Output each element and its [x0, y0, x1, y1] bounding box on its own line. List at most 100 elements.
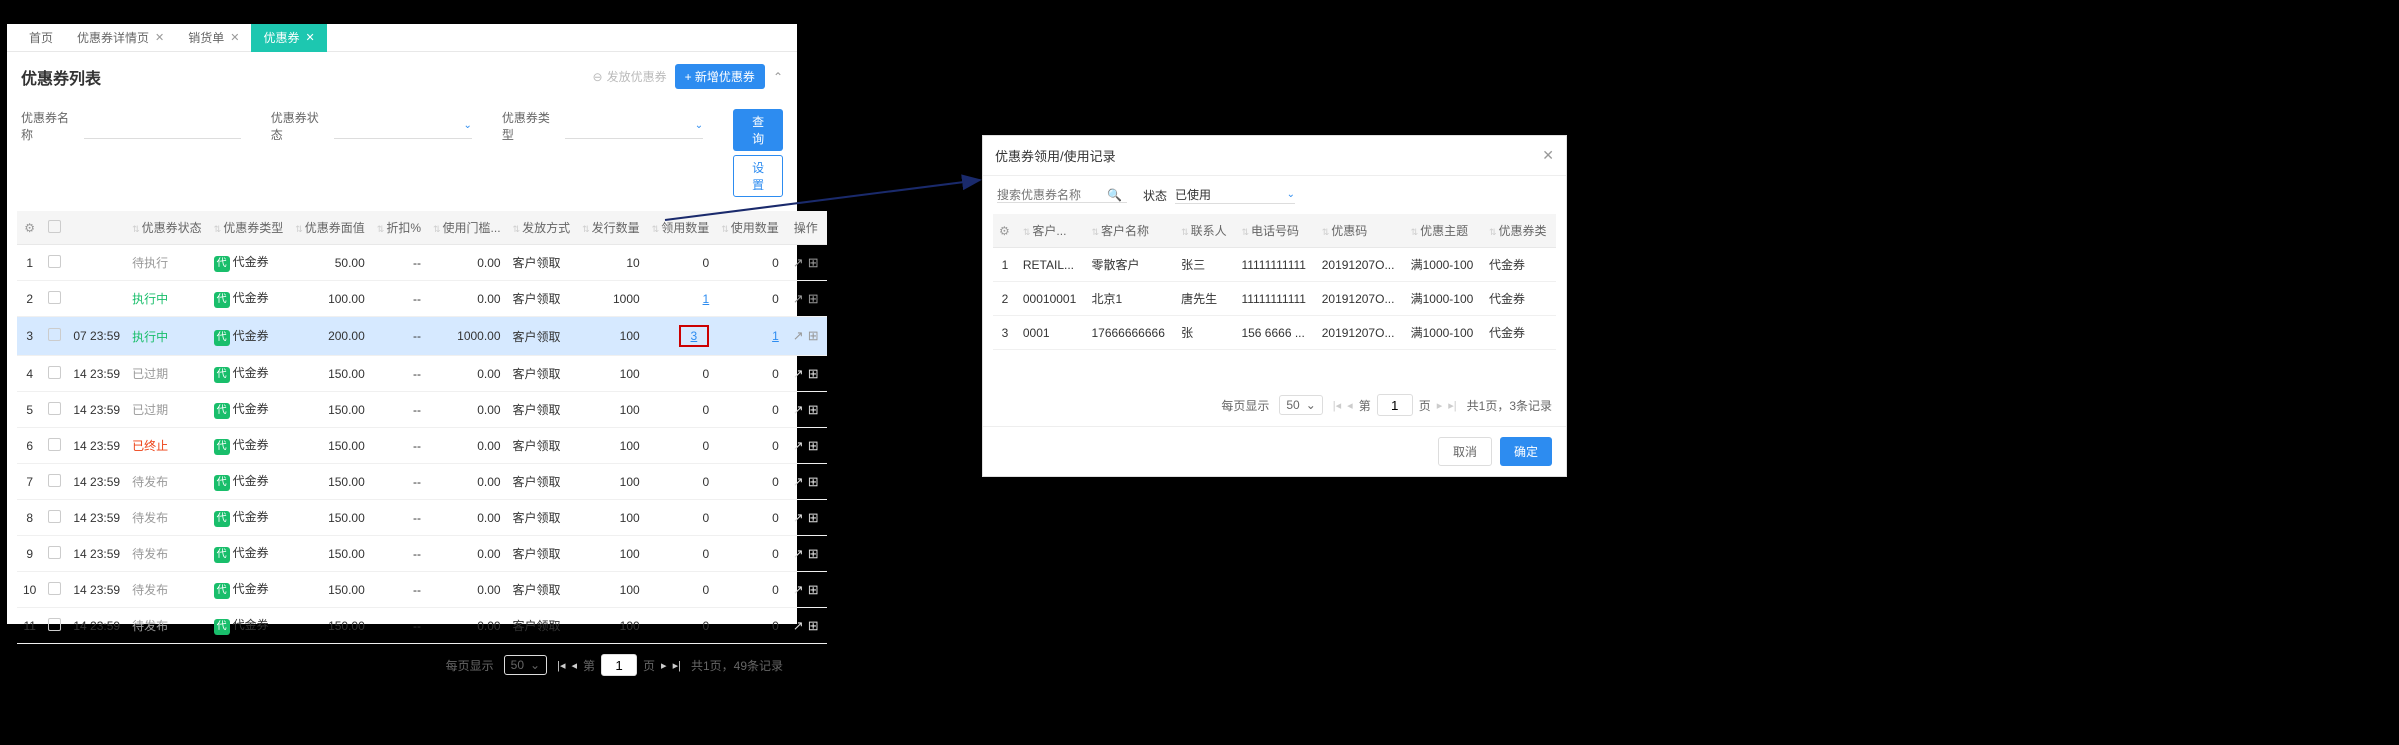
col-header[interactable]: ⇅折扣% — [371, 211, 427, 245]
sort-icon[interactable]: ⇅ — [1411, 227, 1419, 238]
col-header[interactable]: ⇅优惠主题 — [1405, 214, 1483, 248]
close-icon[interactable]: ✕ — [306, 31, 315, 44]
col-header[interactable]: ⇅优惠券面值 — [289, 211, 371, 245]
cancel-button[interactable]: 取消 — [1438, 437, 1492, 466]
used-link[interactable]: 1 — [772, 329, 779, 343]
prev-page-icon[interactable]: ◂ — [1347, 399, 1353, 412]
prev-page-icon[interactable]: ◂ — [571, 659, 577, 672]
qrcode-icon[interactable]: ⊞ — [808, 328, 819, 343]
distribute-coupon-button[interactable]: ⊖ 发放优惠券 — [593, 68, 667, 85]
table-row[interactable]: 2 执行中 代代金券 100.00 -- 0.00 客户领取 1000 1 0 … — [17, 281, 827, 317]
add-coupon-button[interactable]: + 新增优惠券 — [675, 64, 765, 89]
col-header[interactable]: ⇅优惠码 — [1316, 214, 1405, 248]
sort-icon[interactable]: ⇅ — [1091, 227, 1099, 238]
sort-icon[interactable]: ⇅ — [1181, 227, 1189, 238]
col-header[interactable]: ⇅使用门槛... — [427, 211, 507, 245]
close-icon[interactable]: ✕ — [230, 31, 239, 44]
first-page-icon[interactable]: |◂ — [557, 659, 565, 672]
table-row[interactable]: 1 待执行 代代金券 50.00 -- 0.00 客户领取 10 0 0 ↗⊞ — [17, 245, 827, 281]
sort-icon[interactable]: ⇅ — [433, 224, 441, 235]
tab-1[interactable]: 优惠券详情页✕ — [65, 24, 176, 52]
col-header[interactable]: ⚙ — [993, 214, 1017, 248]
claimed-link[interactable]: 1 — [703, 292, 710, 306]
tab-0[interactable]: 首页 — [17, 24, 65, 52]
col-header[interactable]: ⇅发放方式 — [507, 211, 577, 245]
col-header[interactable]: ⇅客户... — [1017, 214, 1086, 248]
table-row[interactable]: 3 07 23:59 执行中 代代金券 200.00 -- 1000.00 客户… — [17, 317, 827, 356]
sort-icon[interactable]: ⇅ — [132, 224, 140, 235]
sort-icon[interactable]: ⇅ — [1489, 227, 1497, 238]
sort-icon[interactable]: ⇅ — [721, 224, 729, 235]
row-checkbox[interactable] — [48, 474, 61, 487]
col-header[interactable]: ⇅使用数量 — [715, 211, 785, 245]
sort-icon[interactable]: ⇅ — [1322, 227, 1330, 238]
last-page-icon[interactable]: ▸| — [673, 659, 681, 672]
filter-type-select[interactable]: ⌄ — [565, 113, 703, 139]
row-checkbox[interactable] — [48, 510, 61, 523]
search-button[interactable]: 查询 — [733, 109, 783, 151]
table-row[interactable]: 3 0001 17666666666 张 156 6666 ... 201912… — [993, 316, 1556, 350]
table-row[interactable]: 2 00010001 北京1 唐先生 11111111111 20191207O… — [993, 282, 1556, 316]
claimed-link[interactable]: 3 — [691, 329, 698, 343]
filter-name-input[interactable] — [84, 113, 240, 139]
search-icon[interactable]: 🔍 — [1107, 188, 1122, 202]
sort-icon[interactable]: ⇅ — [652, 224, 660, 235]
col-header[interactable]: ⇅联系人 — [1175, 214, 1235, 248]
row-checkbox[interactable] — [48, 291, 61, 304]
row-checkbox[interactable] — [48, 618, 61, 631]
modal-search[interactable]: 🔍 — [997, 188, 1127, 203]
qrcode-icon[interactable]: ⊞ — [808, 291, 819, 306]
col-header[interactable]: 操作 — [785, 211, 827, 245]
col-header[interactable]: ⇅优惠券类 — [1483, 214, 1556, 248]
table-row[interactable]: 7 14 23:59 待发布 代代金券 150.00 -- 0.00 客户领取 … — [17, 464, 827, 500]
table-row[interactable]: 1 RETAIL... 零散客户 张三 11111111111 20191207… — [993, 248, 1556, 282]
table-row[interactable]: 4 14 23:59 已过期 代代金券 150.00 -- 0.00 客户领取 … — [17, 356, 827, 392]
last-page-icon[interactable]: ▸| — [1448, 399, 1456, 412]
sort-icon[interactable]: ⇅ — [295, 224, 303, 235]
row-checkbox[interactable] — [48, 582, 61, 595]
sort-icon[interactable]: ⇅ — [214, 224, 222, 235]
per-page-select[interactable]: 50 ⌄ — [504, 655, 547, 675]
modal-per-page-select[interactable]: 50 ⌄ — [1279, 395, 1322, 415]
collapse-icon[interactable]: ⌃ — [773, 70, 783, 84]
table-row[interactable]: 5 14 23:59 已过期 代代金券 150.00 -- 0.00 客户领取 … — [17, 392, 827, 428]
row-checkbox[interactable] — [48, 328, 61, 341]
col-header[interactable]: ⇅领用数量 — [646, 211, 716, 245]
confirm-button[interactable]: 确定 — [1500, 437, 1552, 466]
first-page-icon[interactable]: |◂ — [1333, 399, 1341, 412]
sort-icon[interactable]: ⇅ — [1241, 227, 1249, 238]
qrcode-icon[interactable]: ⊞ — [808, 255, 819, 270]
row-checkbox[interactable] — [48, 402, 61, 415]
row-checkbox[interactable] — [48, 546, 61, 559]
share-icon[interactable]: ↗ — [793, 328, 804, 343]
next-page-icon[interactable]: ▸ — [661, 659, 667, 672]
sort-icon[interactable]: ⇅ — [513, 224, 521, 235]
sort-icon[interactable]: ⇅ — [1023, 227, 1031, 238]
share-icon[interactable]: ↗ — [793, 255, 804, 270]
tab-2[interactable]: 销货单✕ — [176, 24, 251, 52]
next-page-icon[interactable]: ▸ — [1437, 399, 1443, 412]
col-header[interactable] — [67, 211, 126, 245]
table-row[interactable]: 6 14 23:59 已终止 代代金券 150.00 -- 0.00 客户领取 … — [17, 428, 827, 464]
table-row[interactable]: 10 14 23:59 待发布 代代金券 150.00 -- 0.00 客户领取… — [17, 572, 827, 608]
page-input[interactable] — [601, 654, 637, 676]
settings-button[interactable]: 设置 — [733, 155, 783, 197]
select-all-checkbox[interactable] — [48, 220, 61, 233]
col-header[interactable]: ⇅发行数量 — [576, 211, 646, 245]
col-header[interactable]: ⇅客户名称 — [1085, 214, 1175, 248]
modal-page-input[interactable] — [1377, 394, 1413, 416]
row-checkbox[interactable] — [48, 366, 61, 379]
tab-3[interactable]: 优惠券✕ — [251, 24, 326, 52]
filter-status-select[interactable]: ⌄ — [334, 113, 472, 139]
share-icon[interactable]: ↗ — [793, 291, 804, 306]
table-row[interactable]: 9 14 23:59 待发布 代代金券 150.00 -- 0.00 客户领取 … — [17, 536, 827, 572]
col-header[interactable]: ⇅优惠券类型 — [208, 211, 290, 245]
modal-status-select[interactable]: 已使用 ⌄ — [1175, 186, 1295, 204]
table-row[interactable]: 11 14 23:59 待发布 代代金券 150.00 -- 0.00 客户领取… — [17, 608, 827, 644]
sort-icon[interactable]: ⇅ — [377, 224, 385, 235]
row-checkbox[interactable] — [48, 255, 61, 268]
col-header[interactable]: ⇅优惠券状态 — [126, 211, 208, 245]
modal-search-input[interactable] — [997, 188, 1107, 202]
row-checkbox[interactable] — [48, 438, 61, 451]
close-icon[interactable]: ✕ — [1542, 147, 1554, 164]
